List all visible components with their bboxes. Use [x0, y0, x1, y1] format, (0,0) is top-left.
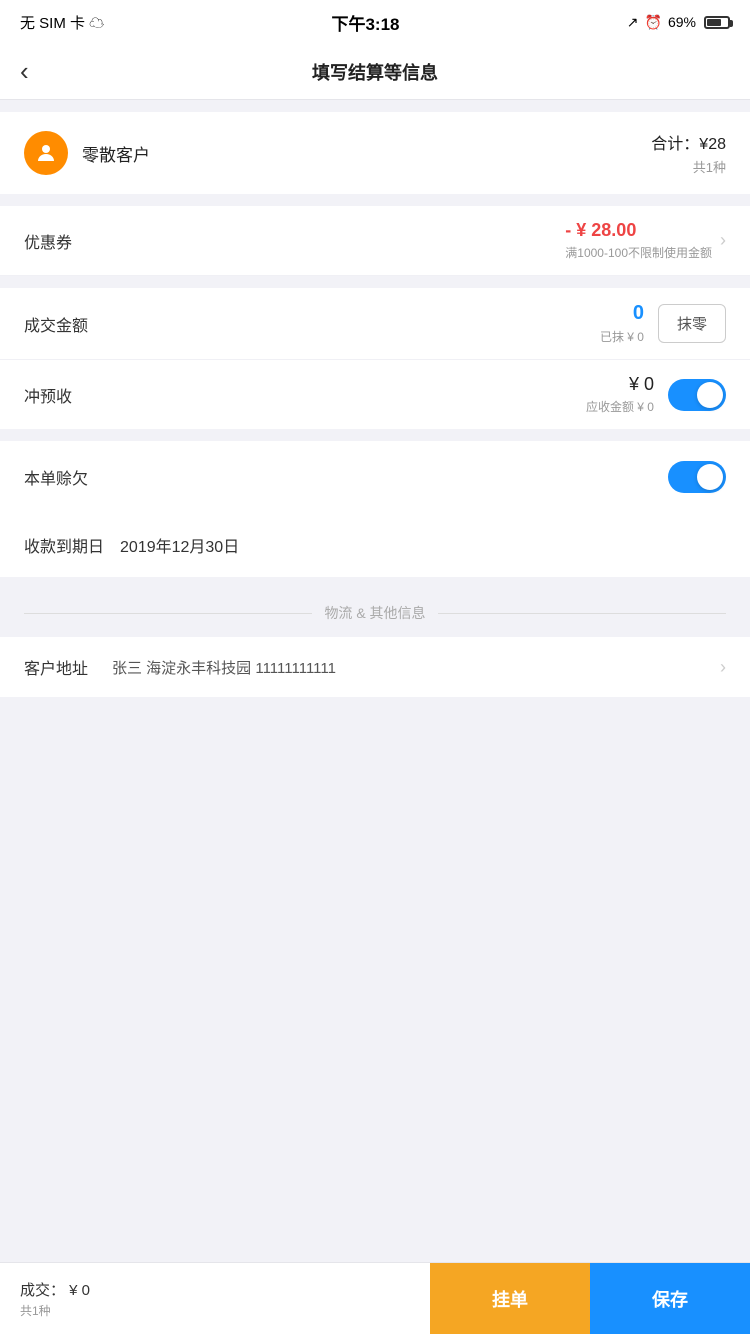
address-label: 客户地址: [24, 655, 88, 679]
customer-name: 零散客户: [82, 141, 150, 166]
divider: [0, 577, 750, 589]
debt-toggle-knob: [697, 464, 723, 490]
clock-icon: ⏰: [645, 14, 662, 31]
bottom-deal-count: 共1种: [20, 1302, 410, 1319]
deal-amount-value: 0: [600, 302, 644, 325]
due-date-row: 收款到期日 2019年12月30日: [0, 513, 750, 577]
status-bar-time: 下午3:18: [331, 10, 399, 35]
page-title: 填写结算等信息: [312, 59, 438, 85]
address-chevron-icon: ›: [720, 657, 726, 678]
customer-left: 零散客户: [24, 131, 150, 175]
logistics-header: 物流 & 其他信息: [0, 589, 750, 637]
prepayment-receivable: 应收金额 ¥ 0: [586, 398, 654, 415]
direction-icon: ↗: [627, 14, 639, 31]
status-bar-right: ↗ ⏰ 69%: [627, 14, 730, 31]
bottom-bar: 成交： ¥ 0 共1种 挂单 保存: [0, 1262, 750, 1334]
coupon-right: - ¥ 28.00 满1000-100不限制使用金额 ›: [565, 220, 726, 261]
deal-amount-right: 0 已抹 ¥ 0 抹零: [600, 302, 726, 345]
prepayment-right: ¥ 0 应收金额 ¥ 0: [586, 374, 726, 415]
coupon-section: 优惠券 - ¥ 28.00 满1000-100不限制使用金额 ›: [0, 206, 750, 276]
back-button[interactable]: ‹: [12, 48, 37, 95]
due-date-label: 收款到期日: [24, 533, 104, 557]
coupon-info: - ¥ 28.00 满1000-100不限制使用金额: [565, 220, 712, 261]
bottom-summary: 成交： ¥ 0 共1种: [0, 1279, 430, 1319]
coupon-discount: - ¥ 28.00: [565, 220, 712, 241]
coupon-desc: 满1000-100不限制使用金额: [565, 244, 712, 261]
address-row[interactable]: 客户地址 张三 海淀永丰科技园 11111111111 ›: [0, 637, 750, 697]
deal-section: 成交金额 0 已抹 ¥ 0 抹零 冲预收 ¥ 0 应收金额 ¥ 0: [0, 288, 750, 429]
debt-label: 本单赊欠: [24, 465, 88, 489]
customer-row: 零散客户 合计：¥28 共1种: [0, 112, 750, 194]
coupon-label: 优惠券: [24, 229, 72, 253]
status-bar: 无 SIM 卡 ☁ 下午3:18 ↗ ⏰ 69%: [0, 0, 750, 44]
deal-amount-label: 成交金额: [24, 312, 88, 336]
nav-bar: ‹ 填写结算等信息: [0, 44, 750, 100]
round-button[interactable]: 抹零: [658, 304, 726, 343]
customer-total: 合计：¥28: [651, 130, 726, 154]
prepayment-amount-col: ¥ 0 应收金额 ¥ 0: [586, 374, 654, 415]
avatar: [24, 131, 68, 175]
spacer: [0, 697, 750, 897]
logistics-label: 物流 & 其他信息: [324, 603, 425, 623]
deal-amount-wrap: 0 已抹 ¥ 0: [600, 302, 644, 345]
debt-row: 本单赊欠: [0, 441, 750, 513]
debt-toggle[interactable]: [668, 461, 726, 493]
content: 零散客户 合计：¥28 共1种 优惠券 - ¥ 28.00 满1000-100不…: [0, 112, 750, 977]
battery-percent: 69%: [668, 14, 696, 30]
due-date-value: 2019年12月30日: [120, 533, 239, 557]
hang-button[interactable]: 挂单: [430, 1263, 590, 1334]
save-button[interactable]: 保存: [590, 1263, 750, 1334]
bottom-deal-amount: 成交： ¥ 0: [20, 1279, 410, 1300]
status-bar-left: 无 SIM 卡 ☁: [20, 12, 104, 33]
prepayment-row: 冲预收 ¥ 0 应收金额 ¥ 0: [0, 360, 750, 429]
address-value: 张三 海淀永丰科技园 11111111111: [112, 657, 712, 678]
coupon-chevron-icon: ›: [720, 230, 726, 251]
prepayment-label: 冲预收: [24, 383, 72, 407]
customer-count: 共1种: [651, 157, 726, 176]
deal-erased: 已抹 ¥ 0: [600, 328, 644, 345]
prepayment-toggle[interactable]: [668, 379, 726, 411]
sim-signal: 无 SIM 卡 ☁: [20, 12, 104, 33]
battery-icon: [704, 16, 730, 29]
customer-right: 合计：¥28 共1种: [651, 130, 726, 176]
coupon-row[interactable]: 优惠券 - ¥ 28.00 满1000-100不限制使用金额 ›: [0, 206, 750, 276]
deal-amount-row: 成交金额 0 已抹 ¥ 0 抹零: [0, 288, 750, 360]
prepayment-amount: ¥ 0: [586, 374, 654, 395]
debt-section: 本单赊欠 收款到期日 2019年12月30日: [0, 441, 750, 577]
toggle-knob: [697, 382, 723, 408]
